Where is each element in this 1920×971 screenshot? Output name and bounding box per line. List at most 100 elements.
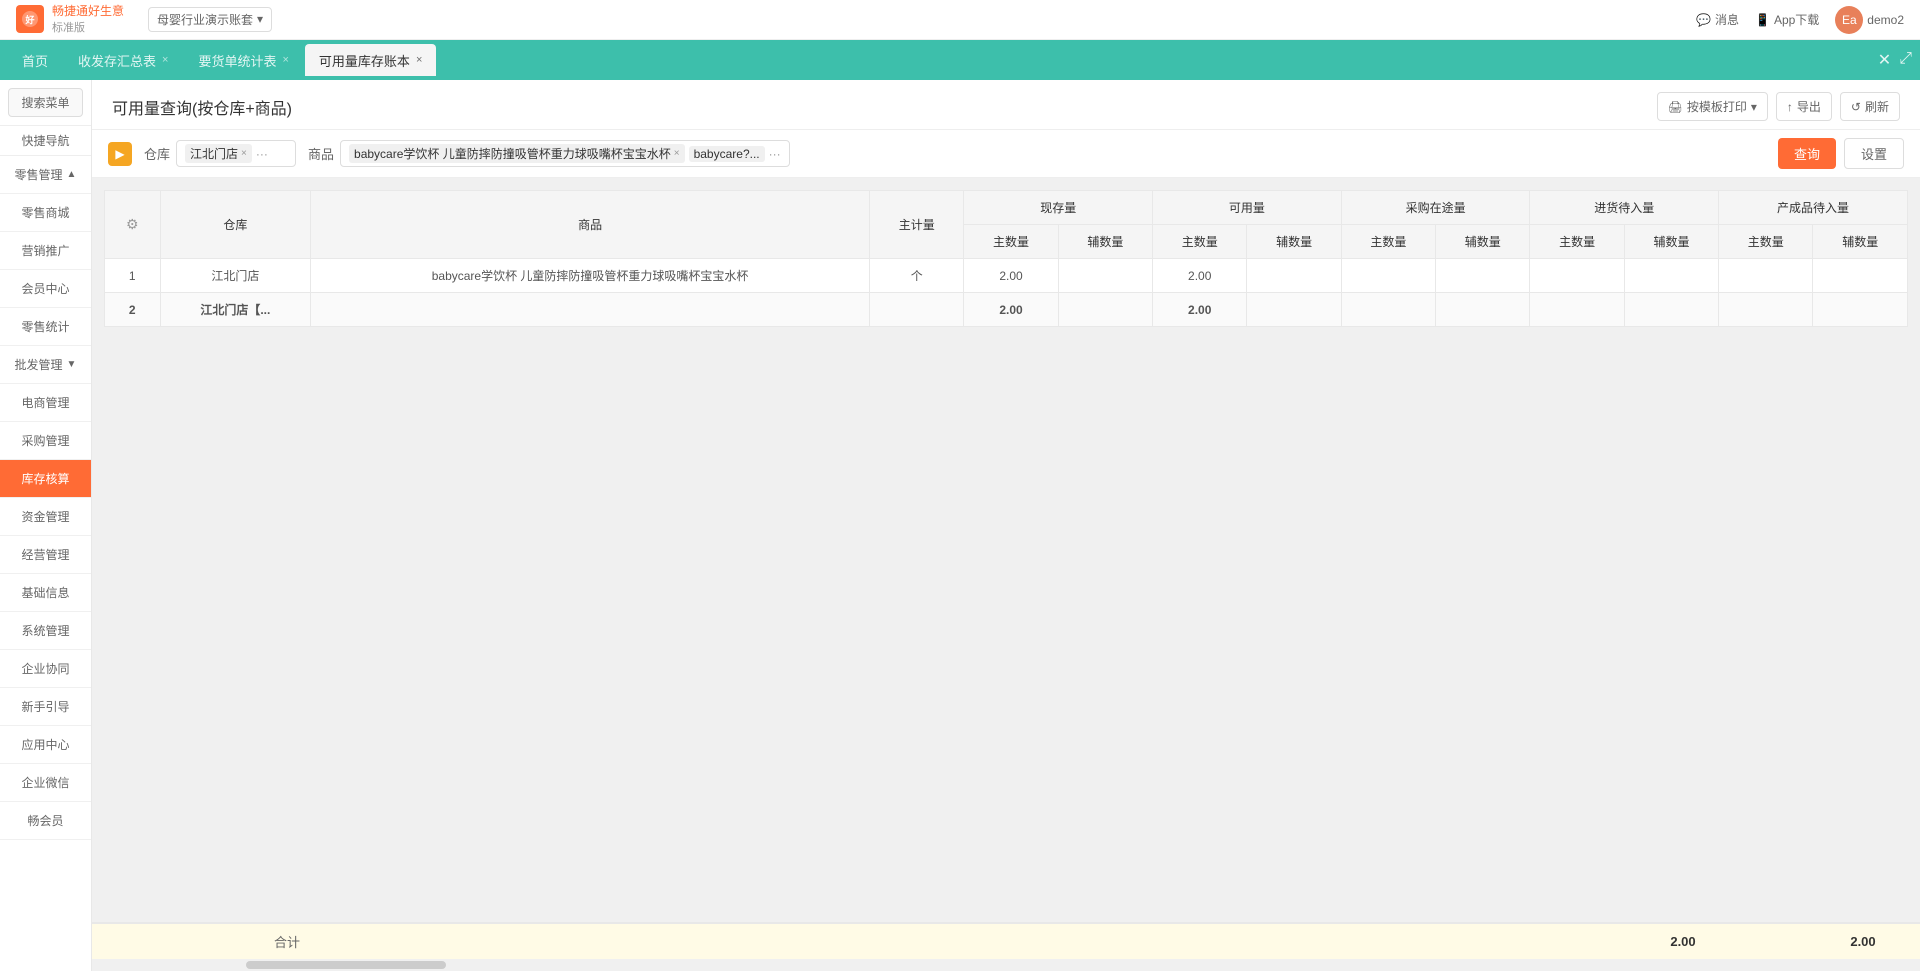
tab-order-stats[interactable]: 要货单统计表 × — [184, 44, 302, 76]
scroll-thumb[interactable] — [246, 961, 446, 969]
warehouse-tag-close[interactable]: × — [241, 148, 247, 159]
sidebar-item-app-center[interactable]: 应用中心 — [0, 726, 91, 764]
warehouse-label: 仓库 — [144, 144, 170, 163]
close-all-tabs-button[interactable]: ✕ — [1878, 50, 1891, 70]
app-icon: 📱 — [1755, 13, 1770, 27]
cell-available-aux — [1247, 293, 1341, 327]
sidebar-item-system-mgmt[interactable]: 系统管理 — [0, 612, 91, 650]
tab-available-stock-close[interactable]: × — [416, 54, 422, 66]
col-product-header: 商品 — [311, 191, 870, 259]
footer-available-main: 2.00 — [1818, 934, 1908, 949]
page-actions: 🖨 按模板打印 ▾ ↑ 导出 ↺ 刷新 — [1657, 92, 1900, 121]
product-tag-1: babycare学饮杯 儿童防摔防撞吸管杯重力球吸嘴杯宝宝水杯 × — [349, 144, 685, 163]
sidebar-item-retail-mgmt[interactable]: 零售管理 ▲ — [0, 156, 91, 194]
product-filter: 商品 babycare学饮杯 儿童防摔防撞吸管杯重力球吸嘴杯宝宝水杯 × bab… — [308, 140, 790, 167]
col-production-pending-header: 产成品待入量 — [1719, 191, 1908, 225]
filter-toggle-button[interactable]: ▶ — [108, 142, 132, 166]
tab-home-label: 首页 — [22, 51, 48, 70]
warehouse-filter: 仓库 江北门店 × ··· — [144, 140, 296, 167]
message-action[interactable]: 💬 消息 — [1696, 11, 1739, 28]
sidebar-item-enterprise-wechat[interactable]: 企业微信 — [0, 764, 91, 802]
sidebar-item-new-guide[interactable]: 新手引导 — [0, 688, 91, 726]
sidebar-item-retail-mall[interactable]: 零售商城 — [0, 194, 91, 232]
refresh-button[interactable]: ↺ 刷新 — [1840, 92, 1900, 121]
sidebar-item-finance[interactable]: 资金管理 — [0, 498, 91, 536]
sidebar-item-basic-info[interactable]: 基础信息 — [0, 574, 91, 612]
col-pending-receipt-header: 进货待入量 — [1530, 191, 1719, 225]
app-download-action[interactable]: 📱 App下载 — [1755, 11, 1819, 28]
cell-production-main — [1719, 293, 1813, 327]
sidebar-member-label: 畅会员 — [27, 812, 63, 829]
export-button[interactable]: ↑ 导出 — [1776, 92, 1832, 121]
print-icon: 🖨 — [1668, 100, 1683, 114]
table-row: 2 江北门店【... 2.00 2.00 — [105, 293, 1908, 327]
sidebar-inventory-label: 库存核算 — [21, 470, 69, 487]
warehouse-more-icon[interactable]: ··· — [256, 147, 268, 161]
col-current-stock-header: 现存量 — [964, 191, 1153, 225]
sidebar-item-wholesale-mgmt[interactable]: 批发管理 ▼ — [0, 346, 91, 384]
cell-stock-main: 2.00 — [964, 259, 1058, 293]
table-area: ⚙ 仓库 商品 主计量 现存量 可用量 采购在途量 进货待入量 产成品待入量 主… — [92, 178, 1920, 922]
sidebar-retail-mall-label: 零售商城 — [21, 204, 69, 221]
tab-receive-summary[interactable]: 收发存汇总表 × — [64, 44, 182, 76]
sidebar-item-purchase[interactable]: 采购管理 — [0, 422, 91, 460]
cell-index: 1 — [105, 259, 161, 293]
brand-info: 畅捷通好生意 标准版 — [52, 4, 124, 34]
col-available-qty-header: 可用量 — [1153, 191, 1342, 225]
fullscreen-button[interactable]: ⤢ — [1899, 50, 1912, 70]
cell-pending-aux — [1624, 293, 1718, 327]
settings-button[interactable]: 设置 — [1844, 138, 1904, 169]
sidebar-item-marketing[interactable]: 营销推广 — [0, 232, 91, 270]
sidebar-app-center-label: 应用中心 — [21, 736, 69, 753]
col-available-aux-qty: 辅数量 — [1247, 225, 1341, 259]
user-action[interactable]: Ea demo2 — [1835, 6, 1904, 34]
settings-gear-icon[interactable]: ⚙ — [126, 216, 139, 232]
col-main-unit-header: 主计量 — [870, 191, 964, 259]
cell-warehouse: 江北门店 — [160, 259, 311, 293]
avatar: Ea — [1835, 6, 1863, 34]
sidebar-item-operations[interactable]: 经营管理 — [0, 536, 91, 574]
query-button[interactable]: 查询 — [1778, 138, 1836, 169]
horizontal-scrollbar[interactable] — [92, 959, 1920, 971]
tab-order-stats-close[interactable]: × — [282, 54, 288, 66]
print-button[interactable]: 🖨 按模板打印 ▾ — [1657, 92, 1768, 121]
cell-stock-aux — [1058, 293, 1152, 327]
tab-home[interactable]: 首页 — [8, 44, 62, 76]
col-warehouse-header: 仓库 — [160, 191, 311, 259]
cell-product — [311, 293, 870, 327]
product-input[interactable]: babycare学饮杯 儿童防摔防撞吸管杯重力球吸嘴杯宝宝水杯 × babyca… — [340, 140, 790, 167]
cell-production-main — [1719, 259, 1813, 293]
sidebar-item-retail-stats[interactable]: 零售统计 — [0, 308, 91, 346]
product-more-icon[interactable]: ··· — [769, 147, 781, 161]
export-label: 导出 — [1797, 98, 1821, 115]
quick-nav-button[interactable]: 快捷导航 — [0, 126, 91, 156]
main-layout: 搜索菜单 快捷导航 零售管理 ▲ 零售商城 营销推广 会员中心 零售统计 批发管… — [0, 80, 1920, 971]
col-purchase-main-qty: 主数量 — [1341, 225, 1435, 259]
sidebar-item-enterprise[interactable]: 企业协同 — [0, 650, 91, 688]
sidebar-item-inventory[interactable]: 库存核算 — [0, 460, 91, 498]
industry-selector[interactable]: 母婴行业演示账套 ▾ — [148, 7, 272, 32]
sidebar-system-mgmt-label: 系统管理 — [21, 622, 69, 639]
col-stock-main-qty: 主数量 — [964, 225, 1058, 259]
table-footer: 合计 2.00 2.00 — [92, 922, 1920, 959]
brand-edition: 标准版 — [52, 19, 124, 35]
col-purchase-aux-qty: 辅数量 — [1436, 225, 1530, 259]
search-menu-button[interactable]: 搜索菜单 — [8, 88, 83, 117]
warehouse-input[interactable]: 江北门店 × ··· — [176, 140, 296, 167]
tab-available-stock-label: 可用量库存账本 — [319, 51, 410, 70]
warehouse-tag-text: 江北门店 — [190, 145, 238, 162]
tab-available-stock[interactable]: 可用量库存账本 × — [305, 44, 436, 76]
tab-receive-summary-close[interactable]: × — [162, 54, 168, 66]
product-tag-1-close[interactable]: × — [674, 148, 680, 159]
sidebar-item-member[interactable]: 畅会员 — [0, 802, 91, 840]
col-purchase-in-transit-header: 采购在途量 — [1341, 191, 1530, 225]
cell-pending-main — [1530, 259, 1624, 293]
sidebar-operations-label: 经营管理 — [21, 546, 69, 563]
sidebar-wholesale-mgmt-label: 批发管理 — [15, 356, 63, 373]
cell-purchase-aux — [1436, 259, 1530, 293]
sidebar-item-member-center[interactable]: 会员中心 — [0, 270, 91, 308]
cell-warehouse: 江北门店【... — [160, 293, 311, 327]
sidebar-item-ecommerce[interactable]: 电商管理 — [0, 384, 91, 422]
cell-stock-main: 2.00 — [964, 293, 1058, 327]
data-table: ⚙ 仓库 商品 主计量 现存量 可用量 采购在途量 进货待入量 产成品待入量 主… — [104, 190, 1908, 327]
